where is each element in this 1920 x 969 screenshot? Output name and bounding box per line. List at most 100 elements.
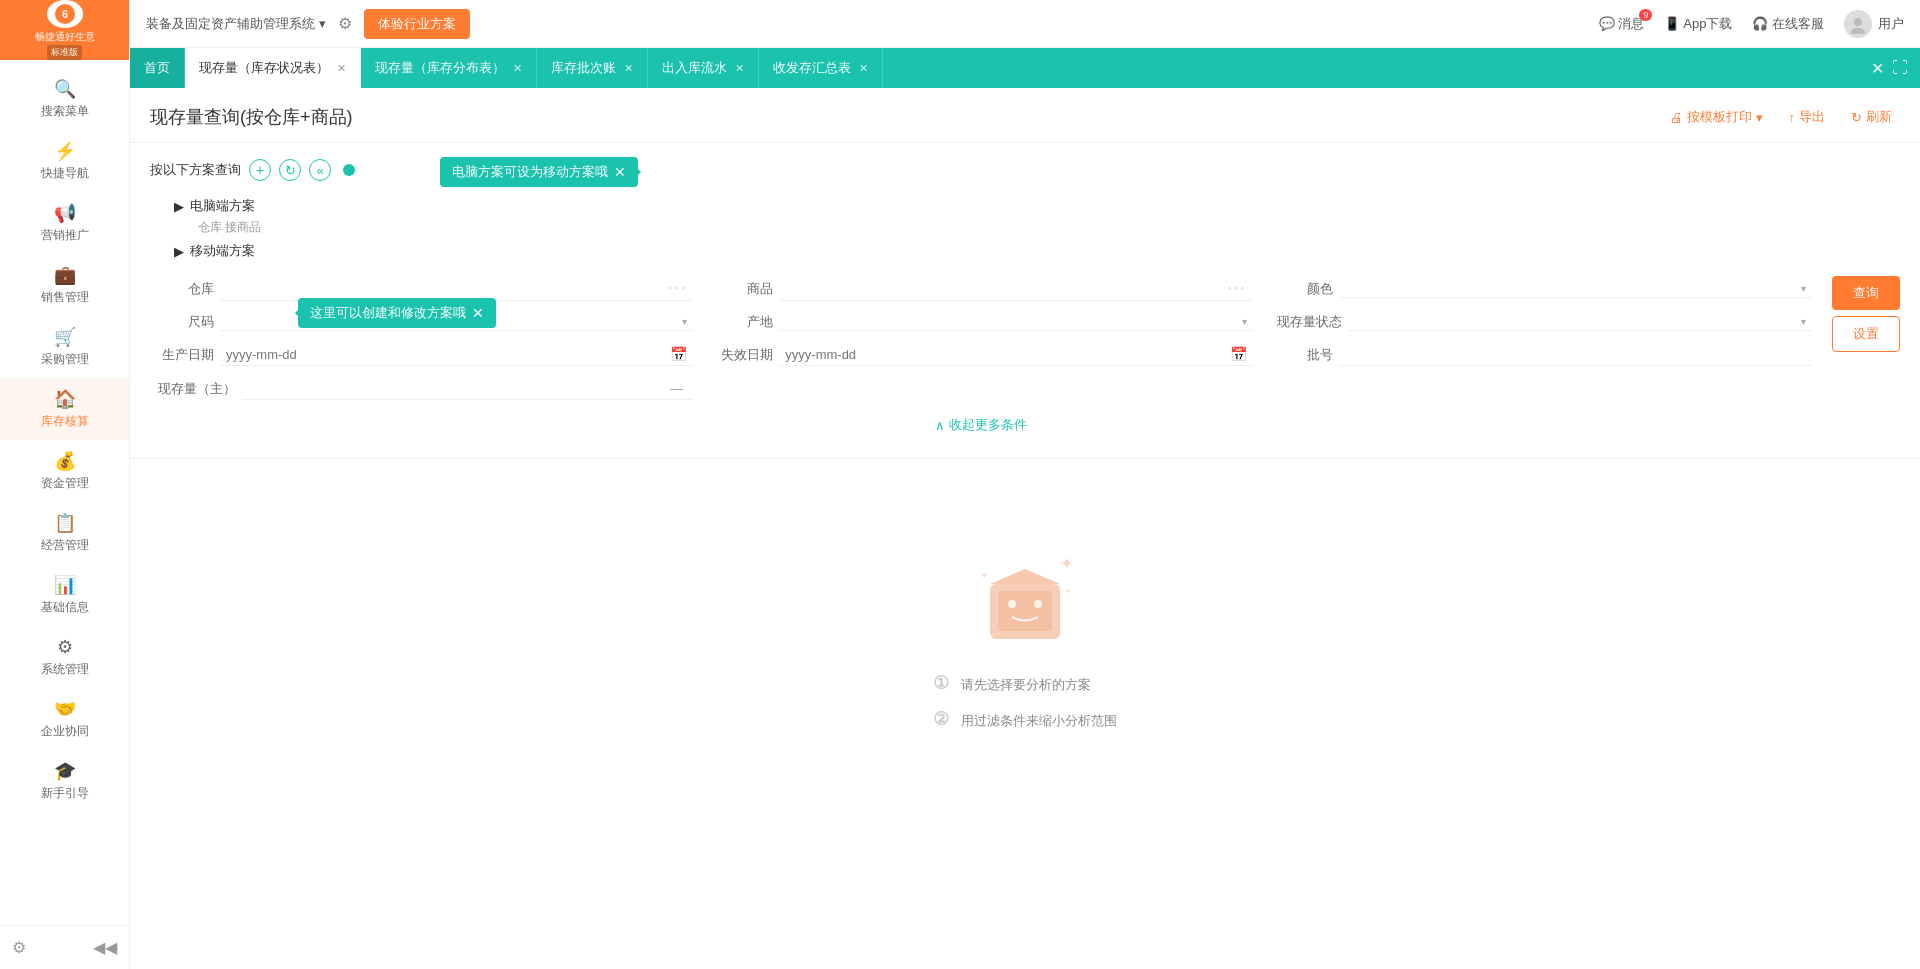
collapse-filter-btn[interactable]: ∧ 收起更多条件 — [935, 416, 1027, 434]
sidebar-label-quicknav: 快捷导航 — [41, 165, 89, 182]
page-header: 现存量查询(按仓库+商品) 🖨 按模板打印 ▾ ↑ 导出 ↻ 刷新 — [130, 88, 1920, 143]
search-btn-area: 查询 设置 — [1832, 276, 1900, 352]
sidebar-label-system: 系统管理 — [41, 661, 89, 678]
experience-btn[interactable]: 体验行业方案 — [364, 9, 470, 39]
stock-qty-label: 现存量（主） — [158, 380, 236, 398]
page-actions: 🖨 按模板打印 ▾ ↑ 导出 ↻ 刷新 — [1662, 104, 1901, 130]
user-label: 用户 — [1878, 15, 1904, 33]
expire-date-start[interactable] — [785, 347, 1225, 362]
tab-batch-ledger-close[interactable]: ✕ — [624, 62, 633, 75]
tabs-close-all-icon[interactable]: ✕ — [1871, 59, 1884, 78]
prod-date-calendar[interactable]: 📅 — [670, 346, 687, 362]
print-btn[interactable]: 🖨 按模板打印 ▾ — [1662, 104, 1771, 130]
sidebar-item-enterprise[interactable]: 🤝 企业协同 — [0, 688, 129, 750]
warehouse-dots[interactable]: ··· — [668, 279, 687, 297]
sidebar-item-inventory[interactable]: 🏠 库存核算 — [0, 378, 129, 440]
batch-input[interactable] — [1345, 347, 1806, 362]
warehouse-label: 仓库 — [158, 280, 214, 298]
tab-home[interactable]: 首页 — [130, 48, 185, 88]
expire-date-calendar[interactable]: 📅 — [1230, 346, 1247, 362]
search-btn[interactable]: 查询 — [1832, 276, 1900, 310]
tab-inout-flow-close[interactable]: ✕ — [735, 62, 744, 75]
sidebar-item-finance[interactable]: 💰 资金管理 — [0, 440, 129, 502]
sidebar-item-search[interactable]: 🔍 搜索菜单 — [0, 68, 129, 130]
scheme-list: ▶ 电脑端方案 仓库 接商品 ▶ 移动端方案 — [150, 193, 1900, 264]
sidebar-label-guide: 新手引导 — [41, 785, 89, 802]
export-btn[interactable]: ↑ 导出 — [1781, 104, 1834, 130]
tabs-maximize-icon[interactable]: ⛶ — [1892, 59, 1908, 77]
tab-inventory-dist[interactable]: 现存量（库存分布表） ✕ — [361, 48, 537, 88]
goods-dots[interactable]: ··· — [1227, 279, 1246, 297]
topbar-settings-icon[interactable]: ⚙ — [338, 14, 352, 33]
tab-inventory-dist-close[interactable]: ✕ — [513, 62, 522, 75]
tab-inventory-dist-label: 现存量（库存分布表） — [375, 59, 505, 77]
filter-item-color: 颜色 ▾ — [1277, 276, 1812, 301]
stock-status-label: 现存量状态 — [1277, 313, 1342, 331]
quicknav-icon: ⚡ — [54, 140, 76, 162]
stock-qty-min[interactable] — [248, 381, 660, 396]
scheme-desktop-arrow: ▶ — [174, 199, 184, 214]
scheme-tooltip-desktop-close[interactable]: ✕ — [614, 164, 626, 180]
reset-btn[interactable]: 设置 — [1832, 316, 1900, 352]
refresh-scheme-btn[interactable]: ↻ — [279, 159, 301, 181]
sidebar-label-purchase: 采购管理 — [41, 351, 89, 368]
svg-text:6: 6 — [61, 8, 67, 20]
topbar-right: 💬 消息 9 📱 App下载 🎧 在线客服 用户 — [1599, 10, 1904, 38]
filter-header: 按以下方案查询 + ↻ « — [150, 159, 1900, 181]
sidebar-item-sales[interactable]: 💼 销售管理 — [0, 254, 129, 316]
sidebar-item-guide[interactable]: 🎓 新手引导 — [0, 750, 129, 812]
scheme-desktop-label: 电脑端方案 — [190, 197, 255, 215]
tab-batch-ledger[interactable]: 库存批次账 ✕ — [537, 48, 648, 88]
origin-label: 产地 — [717, 313, 773, 331]
sidebar-item-marketing[interactable]: 📢 营销推广 — [0, 192, 129, 254]
goods-label: 商品 — [717, 280, 773, 298]
size-label: 尺码 — [158, 313, 214, 331]
filter-item-goods: 商品 ··· — [717, 276, 1252, 301]
online-support-btn[interactable]: 🎧 在线客服 — [1752, 15, 1824, 33]
app-download-btn[interactable]: 📱 App下载 — [1664, 15, 1732, 33]
stock-status-select[interactable]: ▾ — [1348, 313, 1812, 331]
refresh-btn[interactable]: ↻ 刷新 — [1843, 104, 1900, 130]
svg-text:✦: ✦ — [1060, 555, 1073, 572]
sidebar-item-system[interactable]: ⚙ 系统管理 — [0, 626, 129, 688]
tab-home-label: 首页 — [144, 59, 170, 77]
sidebar-item-operation[interactable]: 📋 经营管理 — [0, 502, 129, 564]
settings-footer-icon[interactable]: ⚙ — [12, 938, 26, 957]
scheme-mobile[interactable]: ▶ 移动端方案 — [166, 238, 1900, 264]
tab-recv-send-close[interactable]: ✕ — [859, 62, 868, 75]
user-area[interactable]: 用户 — [1844, 10, 1904, 38]
filter-row-4: 现存量（主） — — [158, 378, 1812, 400]
system-name-select[interactable]: 装备及固定资产辅助管理系统 ▾ — [146, 15, 326, 33]
filter-item-batch: 批号 — [1277, 343, 1812, 366]
filter-row-3: 生产日期 📅 失效日期 📅 — [158, 343, 1812, 366]
hint-text-1: 请先选择要分析的方案 — [961, 677, 1091, 692]
sidebar-item-quicknav[interactable]: ⚡ 快捷导航 — [0, 130, 129, 192]
page-title: 现存量查询(按仓库+商品) — [150, 105, 353, 129]
goods-input[interactable] — [785, 281, 1227, 296]
tab-inout-flow[interactable]: 出入库流水 ✕ — [648, 48, 759, 88]
origin-select[interactable]: ▾ — [779, 313, 1252, 331]
purchase-icon: 🛒 — [54, 326, 76, 348]
sidebar-item-purchase[interactable]: 🛒 采购管理 — [0, 316, 129, 378]
filter-item-prod-date: 生产日期 📅 — [158, 343, 693, 366]
sidebar-item-basic[interactable]: 📊 基础信息 — [0, 564, 129, 626]
scheme-tooltip-edit: 这里可以创建和修改方案哦 ✕ — [298, 298, 496, 328]
scheme-desktop[interactable]: ▶ 电脑端方案 — [166, 193, 1900, 219]
collapse-filter-label: 收起更多条件 — [949, 416, 1027, 434]
add-scheme-btn[interactable]: + — [249, 159, 271, 181]
collapse-sidebar-icon[interactable]: ◀◀ — [93, 938, 117, 957]
scheme-tooltip-edit-close[interactable]: ✕ — [472, 305, 484, 321]
export-label: 导出 — [1799, 108, 1825, 126]
color-select[interactable]: ▾ — [1339, 280, 1812, 298]
notification-btn[interactable]: 💬 消息 9 — [1599, 15, 1645, 33]
tab-inventory-status-close[interactable]: ✕ — [337, 62, 346, 75]
svg-point-7 — [1034, 600, 1042, 608]
back-scheme-btn[interactable]: « — [309, 159, 331, 181]
tab-inventory-status[interactable]: 现存量（库存状况表） ✕ — [185, 48, 361, 88]
warehouse-input[interactable] — [226, 281, 668, 296]
prod-date-start[interactable] — [226, 347, 666, 362]
phone-icon: 📱 — [1664, 16, 1680, 31]
chevron-down-icon: ▾ — [319, 16, 326, 31]
tab-recv-send[interactable]: 收发存汇总表 ✕ — [759, 48, 883, 88]
sidebar-label-marketing: 营销推广 — [41, 227, 89, 244]
